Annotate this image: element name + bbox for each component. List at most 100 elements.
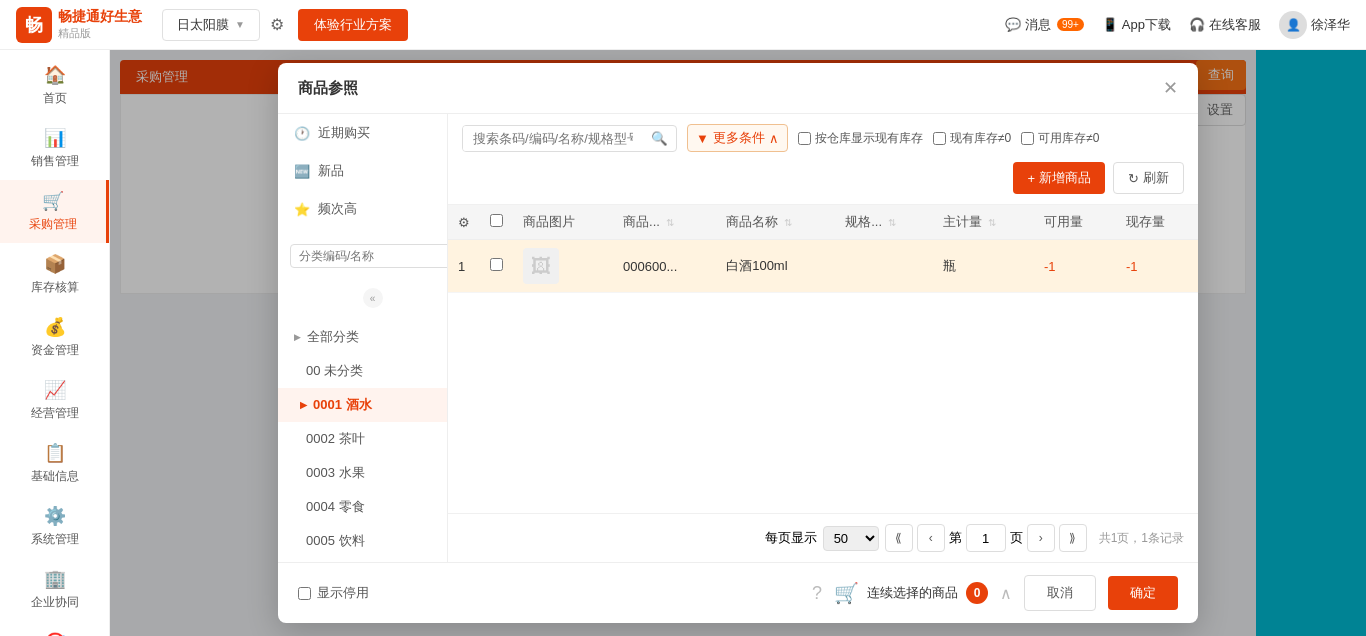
- checkbox-available-input[interactable]: [1021, 132, 1034, 145]
- col-code[interactable]: 商品... ⇅: [613, 205, 716, 240]
- headset-icon: 🎧: [1189, 17, 1205, 32]
- clock-icon: 🕐: [294, 126, 310, 141]
- toolbar-right: + 新增商品 ↻ 刷新: [1013, 162, 1184, 194]
- show-disabled-label: 显示停用: [317, 584, 369, 602]
- category-all[interactable]: ▶ 全部分类: [278, 320, 447, 354]
- col-unit[interactable]: 主计量 ⇅: [933, 205, 1034, 240]
- category-search-row: 🔍: [278, 236, 447, 276]
- experience-btn[interactable]: 体验行业方案: [298, 9, 408, 41]
- cat0001-tri-icon: ▶: [300, 400, 307, 410]
- cart-count: 0: [966, 582, 988, 604]
- checkbox-current-input[interactable]: [933, 132, 946, 145]
- collapse-footer-icon[interactable]: ∧: [1000, 584, 1012, 603]
- sidebar-item-purchase[interactable]: 🛒 采购管理: [0, 180, 109, 243]
- sort-spec-icon: ⇅: [888, 217, 896, 228]
- show-disabled-checkbox[interactable]: [298, 587, 311, 600]
- cart-icon[interactable]: 🛒: [834, 581, 859, 605]
- row-name: 白酒100ml: [716, 240, 835, 293]
- row-code: 000600...: [613, 240, 716, 293]
- add-product-btn[interactable]: + 新增商品: [1013, 162, 1105, 194]
- per-page-area: 每页显示 50 10 20 100: [765, 526, 879, 551]
- filter-icon: ▼: [696, 131, 709, 146]
- category-search-input[interactable]: [290, 244, 448, 268]
- col-name[interactable]: 商品名称 ⇅: [716, 205, 835, 240]
- sidebar-label-finance: 资金管理: [31, 342, 79, 359]
- sidebar-item-basic[interactable]: 📋 基础信息: [0, 432, 109, 495]
- nav-selector[interactable]: 日太阳膜 ▼: [162, 9, 260, 41]
- app-download-label: App下载: [1122, 16, 1171, 34]
- cat0004-label: 0004 零食: [306, 498, 365, 516]
- sidebar-label-business: 经营管理: [31, 405, 79, 422]
- page-suffix: 页: [1010, 529, 1023, 547]
- product-image: 🖼: [523, 248, 559, 284]
- page-input[interactable]: [966, 524, 1006, 552]
- more-filter-btn[interactable]: ▼ 更多条件 ∧: [687, 124, 788, 152]
- category-cat0001[interactable]: ▶ 0001 酒水: [278, 388, 447, 422]
- frequent-item[interactable]: ⭐ 频次高: [278, 190, 447, 228]
- sidebar-label-enterprise: 企业协同: [31, 594, 79, 611]
- first-page-btn[interactable]: ⟪: [885, 524, 913, 552]
- collapse-left-btn[interactable]: «: [363, 288, 383, 308]
- sidebar-item-sales[interactable]: 📊 销售管理: [0, 117, 109, 180]
- per-page-select[interactable]: 50 10 20 100: [823, 526, 879, 551]
- category-list: ▶ 全部分类 00 未分类 ▶ 0001 酒水 0002 茶: [278, 320, 447, 562]
- row-checkbox[interactable]: [490, 258, 503, 271]
- sort-name-icon: ⇅: [784, 217, 792, 228]
- sidebar-label-home: 首页: [43, 90, 67, 107]
- row-image-cell: 🖼: [513, 240, 613, 293]
- category-cat0003[interactable]: 0003 水果: [278, 456, 447, 490]
- prev-page-btn[interactable]: ‹: [917, 524, 945, 552]
- messages-nav[interactable]: 💬 消息 99: [1005, 16, 1084, 34]
- product-table-wrap: ⚙ 商品图片 商品... ⇅: [448, 205, 1198, 513]
- recent-purchase-item[interactable]: 🕐 近期购买: [278, 114, 447, 152]
- sidebar-item-home[interactable]: 🏠 首页: [0, 54, 109, 117]
- cancel-btn[interactable]: 取消: [1024, 575, 1096, 611]
- top-nav: 畅 畅捷通好生意 精品版 日太阳膜 ▼ ⚙ 体验行业方案 💬 消息 99 📱 A…: [0, 0, 1366, 50]
- sales-icon: 📊: [44, 127, 66, 149]
- close-icon[interactable]: ✕: [1163, 77, 1178, 99]
- product-search-btn[interactable]: 🔍: [643, 126, 676, 151]
- sidebar-item-guide[interactable]: 🎯 新手引导: [0, 621, 109, 636]
- modal-right-panel: 🔍 ▼ 更多条件 ∧ 按仓库显示现有库存: [448, 114, 1198, 562]
- select-all-checkbox[interactable]: [490, 214, 503, 227]
- star-icon: ⭐: [294, 202, 310, 217]
- category-cat00[interactable]: 00 未分类: [278, 354, 447, 388]
- help-icon[interactable]: ?: [812, 583, 822, 604]
- app-download-nav[interactable]: 📱 App下载: [1102, 16, 1171, 34]
- table-row[interactable]: 1 🖼 000600... 白酒100ml: [448, 240, 1198, 293]
- new-product-item[interactable]: 🆕 新品: [278, 152, 447, 190]
- cart-label: 连续选择的商品: [867, 584, 958, 602]
- nav-right: 💬 消息 99 📱 App下载 🎧 在线客服 👤 徐泽华: [1005, 11, 1350, 39]
- refresh-btn[interactable]: ↻ 刷新: [1113, 162, 1184, 194]
- modal-pagination: 每页显示 50 10 20 100 ⟪ ‹: [448, 513, 1198, 562]
- last-page-btn[interactable]: ⟫: [1059, 524, 1087, 552]
- checkbox-warehouse-stock[interactable]: 按仓库显示现有库存: [798, 130, 923, 147]
- checkbox-current-stock[interactable]: 现有库存≠0: [933, 130, 1011, 147]
- sidebar-item-inventory[interactable]: 📦 库存核算: [0, 243, 109, 306]
- user-nav[interactable]: 👤 徐泽华: [1279, 11, 1350, 39]
- col-name-label: 商品名称: [726, 214, 778, 229]
- sidebar-item-finance[interactable]: 💰 资金管理: [0, 306, 109, 369]
- col-settings[interactable]: ⚙: [448, 205, 480, 240]
- category-cat0002[interactable]: 0002 茶叶: [278, 422, 447, 456]
- page-nav: ⟪ ‹ 第 页 › ⟫: [885, 524, 1087, 552]
- checkbox-warehouse-input[interactable]: [798, 132, 811, 145]
- row-spec: [835, 240, 933, 293]
- next-page-btn[interactable]: ›: [1027, 524, 1055, 552]
- col-spec[interactable]: 规格... ⇅: [835, 205, 933, 240]
- row-stock: -1: [1116, 240, 1198, 293]
- online-service-nav[interactable]: 🎧 在线客服: [1189, 16, 1261, 34]
- category-cat0004[interactable]: 0004 零食: [278, 490, 447, 524]
- confirm-btn[interactable]: 确定: [1108, 576, 1178, 610]
- checkbox-available-stock[interactable]: 可用库存≠0: [1021, 130, 1099, 147]
- category-cat0005[interactable]: 0005 饮料: [278, 524, 447, 558]
- message-icon: 💬: [1005, 17, 1021, 32]
- gear-icon[interactable]: ⚙: [270, 15, 284, 34]
- sidebar-item-business[interactable]: 📈 经营管理: [0, 369, 109, 432]
- sidebar-item-system[interactable]: ⚙️ 系统管理: [0, 495, 109, 558]
- row-checkbox-cell[interactable]: [480, 240, 513, 293]
- basic-icon: 📋: [44, 442, 66, 464]
- new-label: 新品: [318, 162, 344, 180]
- sidebar-item-enterprise[interactable]: 🏢 企业协同: [0, 558, 109, 621]
- product-search-input[interactable]: [463, 126, 643, 151]
